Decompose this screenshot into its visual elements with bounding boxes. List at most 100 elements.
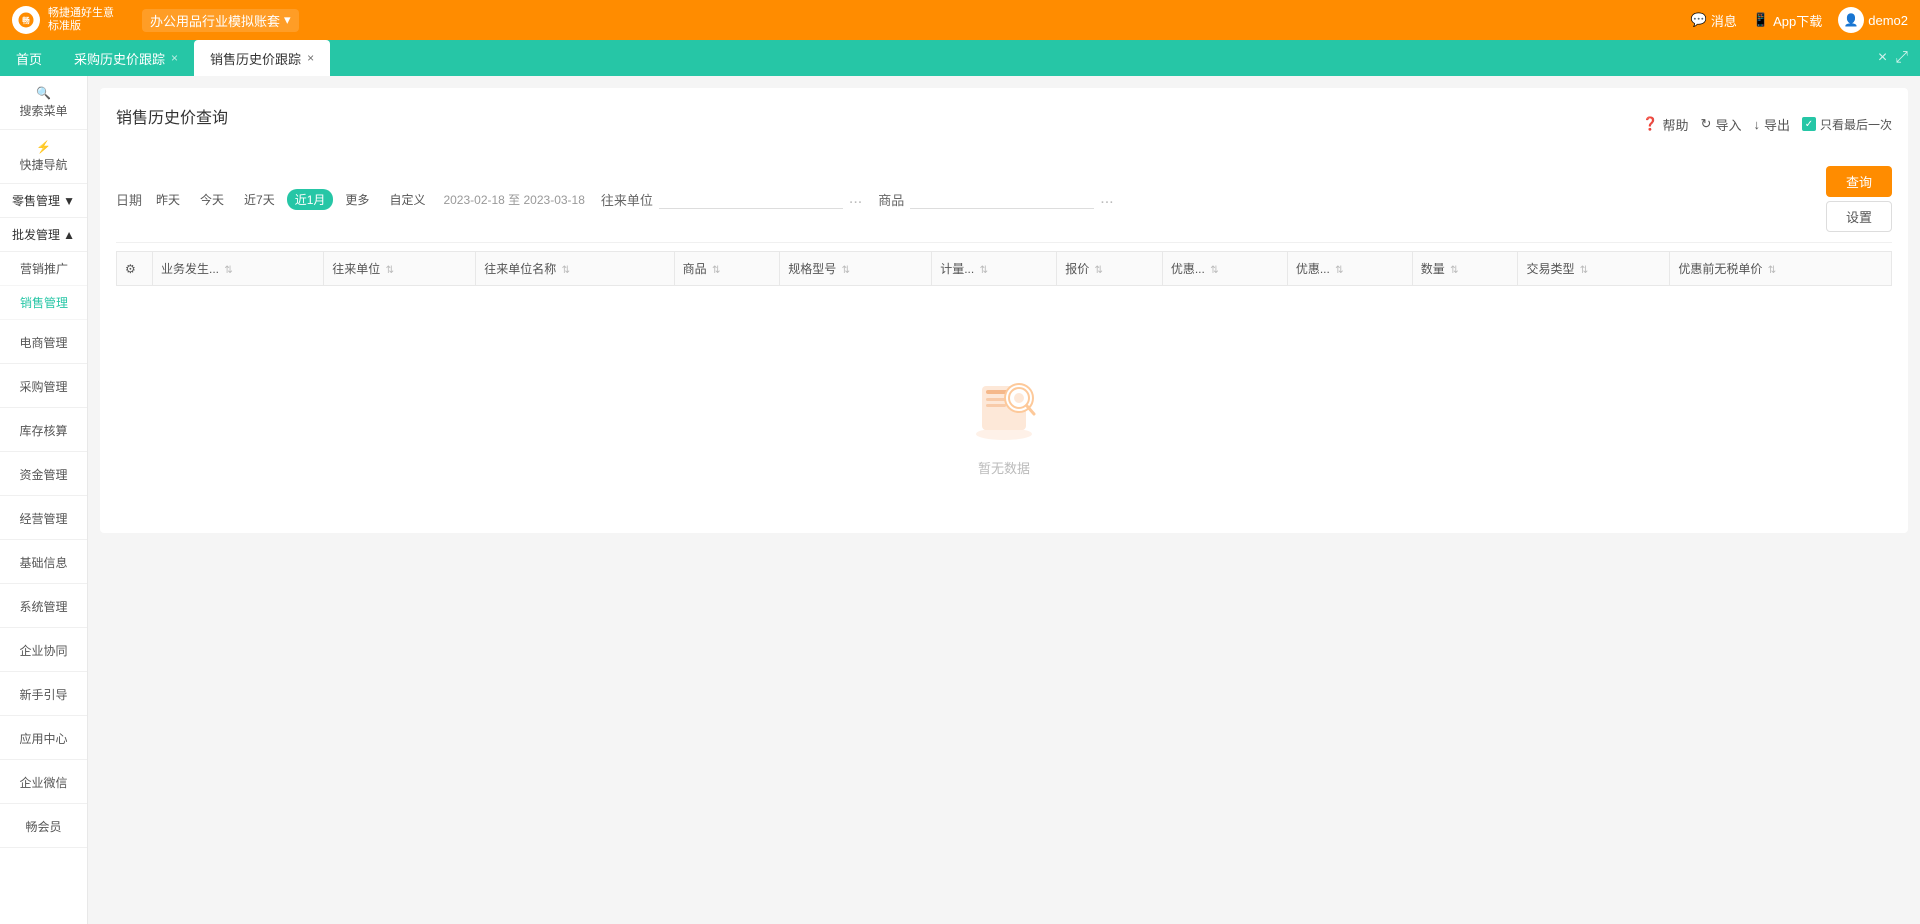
search-icon: 🔍 [36,86,51,100]
logo-text: 畅捷通好生意 标准版 [48,7,114,33]
date-chips: 昨天 今天 近7天 近1月 更多 自定义 [148,189,433,210]
date-chip-1month[interactable]: 近1月 [287,189,334,210]
sort-icon: ⇅ [386,265,394,276]
export-icon: ↓ [1753,117,1760,132]
top-bar-left: 畅 畅捷通好生意 标准版 办公用品行业模拟账套 ▾ [12,6,299,34]
table-header-price[interactable]: 报价 ⇅ [1057,252,1163,286]
sidebar-item-marketing[interactable]: 营销推广 [0,252,87,286]
page-toolbar: 销售历史价查询 ❓ 帮助 ↻ 导入 ↓ 导出 ✓ [116,104,1892,144]
download-icon: 📱 [1753,12,1769,28]
filter-actions: 查询 设置 [1826,166,1892,232]
close-all-tabs-button[interactable]: × [1878,49,1887,67]
table-header-quantity[interactable]: 数量 ⇅ [1412,252,1518,286]
user-menu[interactable]: 👤 demo2 [1838,7,1908,33]
tab-bar: 首页 采购历史价跟踪 × 销售历史价跟踪 × × ⤢ [0,40,1920,76]
settings-button[interactable]: 设置 [1826,201,1892,232]
customer-input[interactable] [659,189,843,209]
sidebar-item-ecommerce[interactable]: 电商管理 [0,320,87,364]
date-chip-custom[interactable]: 自定义 [381,189,433,210]
sidebar: 🔍 搜索菜单 ⚡ 快捷导航 零售管理 ▼ 批发管理 ▲ 营销推广 销售管理 电商… [0,76,88,924]
sidebar-item-wechat[interactable]: 企业微信 [0,760,87,804]
date-chip-today[interactable]: 今天 [192,189,232,210]
export-button[interactable]: ↓ 导出 [1753,115,1790,134]
query-button[interactable]: 查询 [1826,166,1892,197]
top-bar-right: 💬 消息 📱 App下载 👤 demo2 [1691,7,1908,33]
sidebar-item-membership[interactable]: 畅会员 [0,804,87,848]
table-header-pre-tax[interactable]: 优惠前无税单价 ⇅ [1670,252,1892,286]
tab-close-sales[interactable]: × [307,51,314,65]
sort-icon: ⇅ [980,265,988,276]
gear-icon: ⚙ [125,262,136,276]
avatar: 👤 [1838,7,1864,33]
table-header-discount1[interactable]: 优惠... ⇅ [1162,252,1287,286]
filter-bar: 日期 昨天 今天 近7天 近1月 更多 自定义 2023-02-18 至 202… [116,156,1892,243]
table-header-partner-name[interactable]: 往来单位名称 ⇅ [476,252,674,286]
table-header-discount2[interactable]: 优惠... ⇅ [1287,252,1412,286]
data-table: ⚙ 业务发生... ⇅ 往来单位 ⇅ 往来单位名称 ⇅ [116,251,1892,286]
table-header-unit[interactable]: 计量... ⇅ [932,252,1057,286]
date-chip-yesterday[interactable]: 昨天 [148,189,188,210]
date-chip-more[interactable]: 更多 [337,189,377,210]
sort-icon: ⇅ [562,265,570,276]
sidebar-item-sales-mgmt[interactable]: 销售管理 [0,286,87,320]
sidebar-item-purchase[interactable]: 采购管理 [0,364,87,408]
table-header-gear[interactable]: ⚙ [117,252,153,286]
svg-text:畅: 畅 [22,15,30,25]
sort-icon: ⇅ [1210,265,1218,276]
sort-icon: ⇅ [1450,265,1458,276]
sort-icon: ⇅ [712,265,720,276]
chevron-down-icon: ▼ [63,194,75,208]
date-range-display: 2023-02-18 至 2023-03-18 [443,191,584,208]
sidebar-item-finance[interactable]: 资金管理 [0,452,87,496]
toolbar-right: ❓ 帮助 ↻ 导入 ↓ 导出 ✓ 只看最后一次 [1642,115,1892,134]
table-header-product[interactable]: 商品 ⇅ [674,252,780,286]
tab-bar-actions: × ⤢ [1878,49,1920,67]
sidebar-item-guide[interactable]: 新手引导 [0,672,87,716]
checkbox-icon: ✓ [1802,117,1816,131]
table-header-biz-date[interactable]: 业务发生... ⇅ [153,252,324,286]
sort-icon: ⇅ [842,265,850,276]
sidebar-item-search[interactable]: 🔍 搜索菜单 [0,76,87,130]
tab-purchase-history[interactable]: 采购历史价跟踪 × [58,40,194,76]
message-button[interactable]: 💬 消息 [1691,11,1737,30]
sidebar-item-retail[interactable]: 零售管理 ▼ [0,184,87,218]
message-icon: 💬 [1691,12,1707,28]
page-card: 销售历史价查询 ❓ 帮助 ↻ 导入 ↓ 导出 ✓ [100,88,1908,533]
sidebar-item-apps[interactable]: 应用中心 [0,716,87,760]
product-input[interactable] [910,189,1094,209]
tab-sales-history[interactable]: 销售历史价跟踪 × [194,40,330,76]
sort-icon: ⇅ [1335,265,1343,276]
sort-icon: ⇅ [1580,265,1588,276]
product-picker-button[interactable]: ... [1100,190,1113,208]
sidebar-item-inventory[interactable]: 库存核算 [0,408,87,452]
main-layout: 🔍 搜索菜单 ⚡ 快捷导航 零售管理 ▼ 批发管理 ▲ 营销推广 销售管理 电商… [0,76,1920,924]
customer-picker-button[interactable]: ... [849,190,862,208]
tab-home[interactable]: 首页 [0,40,58,76]
empty-illustration [964,366,1044,446]
sidebar-item-enterprise[interactable]: 企业协同 [0,628,87,672]
tab-close-purchase[interactable]: × [171,51,178,65]
sidebar-item-shortcuts[interactable]: ⚡ 快捷导航 [0,130,87,184]
table-header-spec[interactable]: 规格型号 ⇅ [780,252,932,286]
empty-state: 暂无数据 [116,286,1892,517]
sidebar-item-operations[interactable]: 经营管理 [0,496,87,540]
company-dropdown[interactable]: 办公用品行业模拟账套 ▾ [142,9,299,32]
product-filter-group: 商品 ... [878,189,1113,209]
maximize-button[interactable]: ⤢ [1895,49,1908,67]
only-last-checkbox[interactable]: ✓ 只看最后一次 [1802,116,1892,133]
date-chip-7days[interactable]: 近7天 [236,189,283,210]
import-button[interactable]: ↻ 导入 [1701,115,1742,134]
shortcuts-icon: ⚡ [36,140,51,154]
customer-filter-group: 往来单位 ... [601,189,862,209]
sidebar-item-system[interactable]: 系统管理 [0,584,87,628]
sidebar-item-wholesale[interactable]: 批发管理 ▲ [0,218,87,252]
table-header-partner-code[interactable]: 往来单位 ⇅ [324,252,476,286]
table-header-row: ⚙ 业务发生... ⇅ 往来单位 ⇅ 往来单位名称 ⇅ [117,252,1892,286]
app-download-button[interactable]: 📱 App下载 [1753,11,1822,30]
sort-icon: ⇅ [1768,265,1776,276]
sidebar-item-basic[interactable]: 基础信息 [0,540,87,584]
chevron-up-icon: ▲ [63,228,75,242]
help-button[interactable]: ❓ 帮助 [1642,115,1688,134]
sort-icon: ⇅ [1095,265,1103,276]
table-header-trade-type[interactable]: 交易类型 ⇅ [1518,252,1670,286]
